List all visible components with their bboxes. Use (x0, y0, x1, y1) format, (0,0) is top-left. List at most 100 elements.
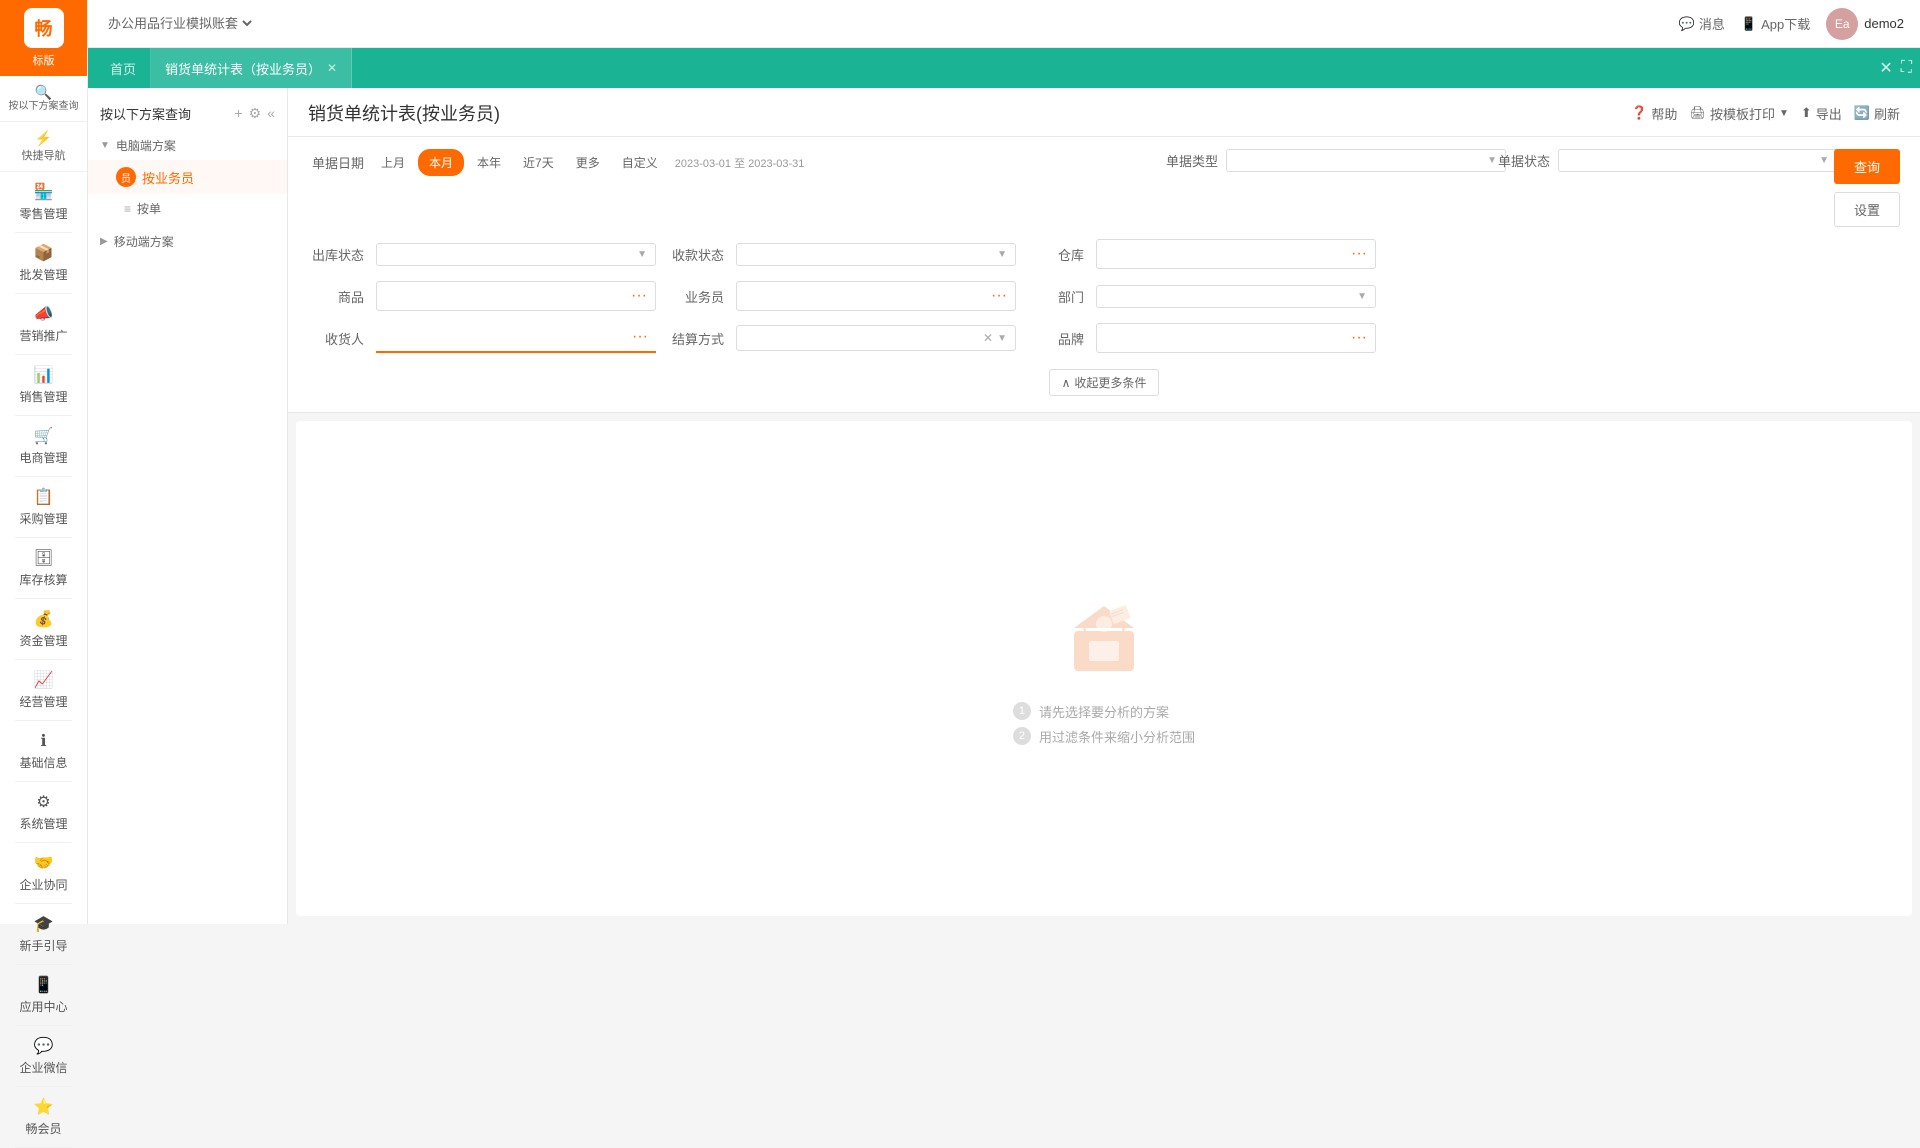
sidebar-item-8[interactable]: 📈经营管理 (15, 660, 71, 721)
step1-num: 1 (1013, 702, 1031, 720)
doc-type-label: 单据类型 (1162, 151, 1218, 170)
print-icon: 🖨 (1689, 105, 1706, 121)
sidebar-item-icon-9: ℹ (40, 731, 46, 751)
consignee-input[interactable]: ··· (376, 323, 656, 353)
sidebar-item-2[interactable]: 📣营销推广 (15, 294, 71, 355)
lp-item-salesperson[interactable]: 员 按业务员 (88, 160, 287, 194)
print-button[interactable]: 🖨 按模板打印 ▼ (1689, 104, 1788, 123)
sidebar-item-icon-12: 🎓 (34, 914, 54, 934)
sidebar-item-9[interactable]: ℹ基础信息 (15, 721, 71, 782)
lp-item-order[interactable]: ≡ 按单 (88, 194, 287, 223)
doc-status-select[interactable]: ▼ (1558, 149, 1838, 172)
salesperson-label: 业务员 (668, 287, 724, 306)
sidebar-item-11[interactable]: 🤝企业协同 (15, 843, 71, 904)
sidebar-item-icon-8: 📈 (34, 670, 54, 690)
workspace-select[interactable]: 办公用品行业模拟账套 (104, 15, 255, 32)
settlement-clear-icon[interactable]: ✕ (983, 331, 993, 345)
settings-button[interactable]: 设置 (1834, 192, 1900, 227)
empty-state: 1 请先选择要分析的方案 2 用过滤条件来缩小分析范围 (296, 421, 1912, 916)
sidebar-item-6[interactable]: 🗄库存核算 (15, 538, 71, 599)
out-status-select[interactable]: ▼ (376, 243, 656, 266)
tab-close-icon[interactable]: ✕ (327, 61, 337, 75)
salesperson-dots-icon[interactable]: ··· (991, 287, 1007, 305)
lp-collapse-icon[interactable]: « (267, 105, 275, 122)
help-button[interactable]: ❓ 帮助 (1631, 104, 1677, 123)
lp-pc-section: ▼ 电脑端方案 员 按业务员 ≡ 按单 (88, 129, 287, 225)
sidebar-item-1[interactable]: 📦批发管理 (15, 233, 71, 294)
sidebar-search-item[interactable]: 🔍 按以下方案查询 (0, 76, 87, 122)
empty-state-icon (1054, 586, 1154, 686)
tabbar-buttons: ✕ ⛶ (1879, 58, 1912, 78)
sidebar-item-3[interactable]: 📊销售管理 (15, 355, 71, 416)
date-btn-this-month[interactable]: 本月 (418, 149, 464, 176)
doc-type-select[interactable]: ▼ (1226, 149, 1506, 172)
dept-select[interactable]: ▼ (1096, 285, 1376, 308)
date-btn-7days[interactable]: 近7天 (514, 149, 563, 176)
sidebar-item-0[interactable]: 🏪零售管理 (15, 172, 71, 233)
sidebar-item-icon-13: 📱 (34, 975, 54, 995)
sidebar-item-icon-10: ⚙ (36, 792, 50, 812)
sidebar-item-12[interactable]: 🎓新手引导 (15, 904, 71, 965)
lp-settings-icon[interactable]: ⚙ (249, 105, 262, 122)
payment-status-select[interactable]: ▼ (736, 243, 1016, 266)
sidebar-item-4[interactable]: 🛒电商管理 (15, 416, 71, 477)
refresh-button[interactable]: 🔄 刷新 (1854, 104, 1900, 123)
lp-pc-section-header[interactable]: ▼ 电脑端方案 (88, 131, 287, 160)
topbar: 办公用品行业模拟账套 💬 消息 📱 App下载 Ea demo2 (88, 0, 1920, 48)
message-button[interactable]: 💬 消息 (1679, 14, 1725, 33)
sidebar-item-icon-6: 🗄 (33, 548, 53, 568)
app-download-button[interactable]: 📱 App下载 (1741, 14, 1810, 33)
sidebar-item-10[interactable]: ⚙系统管理 (15, 782, 71, 843)
salesperson-input[interactable]: ··· (736, 281, 1016, 311)
empty-step-2: 2 用过滤条件来缩小分析范围 (1013, 727, 1195, 746)
sidebar-quicknav-item[interactable]: ⚡ 快捷导航 (0, 122, 87, 172)
lp-mobile-section-header[interactable]: ▶ 移动端方案 (88, 227, 287, 256)
step2-num: 2 (1013, 727, 1031, 745)
date-btn-this-year[interactable]: 本年 (468, 149, 510, 176)
tab-expand-icon[interactable]: ⛶ (1901, 59, 1912, 77)
lp-mobile-arrow-icon: ▶ (100, 236, 108, 247)
sidebar-item-icon-0: 🏪 (34, 182, 54, 202)
date-btn-custom[interactable]: 自定义 (613, 149, 667, 176)
tab-home[interactable]: 首页 (96, 48, 151, 88)
refresh-icon: 🔄 (1854, 105, 1870, 121)
warehouse-dots-icon[interactable]: ··· (1351, 245, 1367, 263)
settlement-arrow-icon: ▼ (997, 333, 1007, 344)
workspace-title: 办公用品行业模拟账套 (104, 15, 1663, 32)
consignee-dots-icon[interactable]: ··· (632, 328, 648, 346)
settlement-select[interactable]: ✕ ▼ (736, 325, 1016, 351)
date-btn-more[interactable]: 更多 (567, 149, 609, 176)
help-icon: ❓ (1631, 105, 1647, 121)
lp-add-icon[interactable]: + (234, 105, 242, 122)
tab-sales-stats[interactable]: 销货单统计表（按业务员） ✕ (151, 48, 352, 88)
sidebar-item-7[interactable]: 💰资金管理 (15, 599, 71, 660)
goods-input[interactable]: ··· (376, 281, 656, 311)
date-label: 单据日期 (308, 153, 364, 172)
brand-input[interactable]: ··· (1096, 323, 1376, 353)
sidebar-item-5[interactable]: 📋采购管理 (15, 477, 71, 538)
lp-mobile-section: ▶ 移动端方案 (88, 225, 287, 258)
tabbar: 首页 销货单统计表（按业务员） ✕ ✕ ⛶ (88, 48, 1920, 88)
action-buttons: 查询 设置 (1834, 149, 1900, 227)
user-menu-button[interactable]: Ea demo2 (1826, 8, 1904, 40)
goods-dots-icon[interactable]: ··· (631, 287, 647, 305)
sidebar: 畅 标版 🔍 按以下方案查询 ⚡ 快捷导航 🏪零售管理📦批发管理📣营销推广📊销售… (0, 0, 88, 924)
empty-steps: 1 请先选择要分析的方案 2 用过滤条件来缩小分析范围 (1013, 702, 1195, 752)
export-button[interactable]: ⬆ 导出 (1801, 104, 1842, 123)
settlement-label: 结算方式 (668, 329, 724, 348)
brand-dots-icon[interactable]: ··· (1351, 329, 1367, 347)
page-title: 销货单统计表(按业务员) (308, 100, 500, 126)
sidebar-item-15[interactable]: ⭐畅会员 (15, 1087, 71, 1148)
sidebar-item-13[interactable]: 📱应用中心 (15, 965, 71, 1026)
date-btn-last-month[interactable]: 上月 (372, 149, 414, 176)
tab-close-window-icon[interactable]: ✕ (1879, 58, 1892, 78)
sidebar-item-14[interactable]: 💬企业微信 (15, 1026, 71, 1087)
collapse-button[interactable]: ∧ 收起更多条件 (1049, 369, 1160, 396)
sidebar-logo[interactable]: 畅 标版 (0, 0, 87, 76)
logo-icon: 畅 (24, 8, 64, 48)
warehouse-input[interactable]: ··· (1096, 239, 1376, 269)
sidebar-item-icon-2: 📣 (34, 304, 54, 324)
query-button[interactable]: 查询 (1834, 149, 1900, 184)
sidebar-item-icon-3: 📊 (34, 365, 54, 385)
sidebar-item-icon-4: 🛒 (34, 426, 54, 446)
